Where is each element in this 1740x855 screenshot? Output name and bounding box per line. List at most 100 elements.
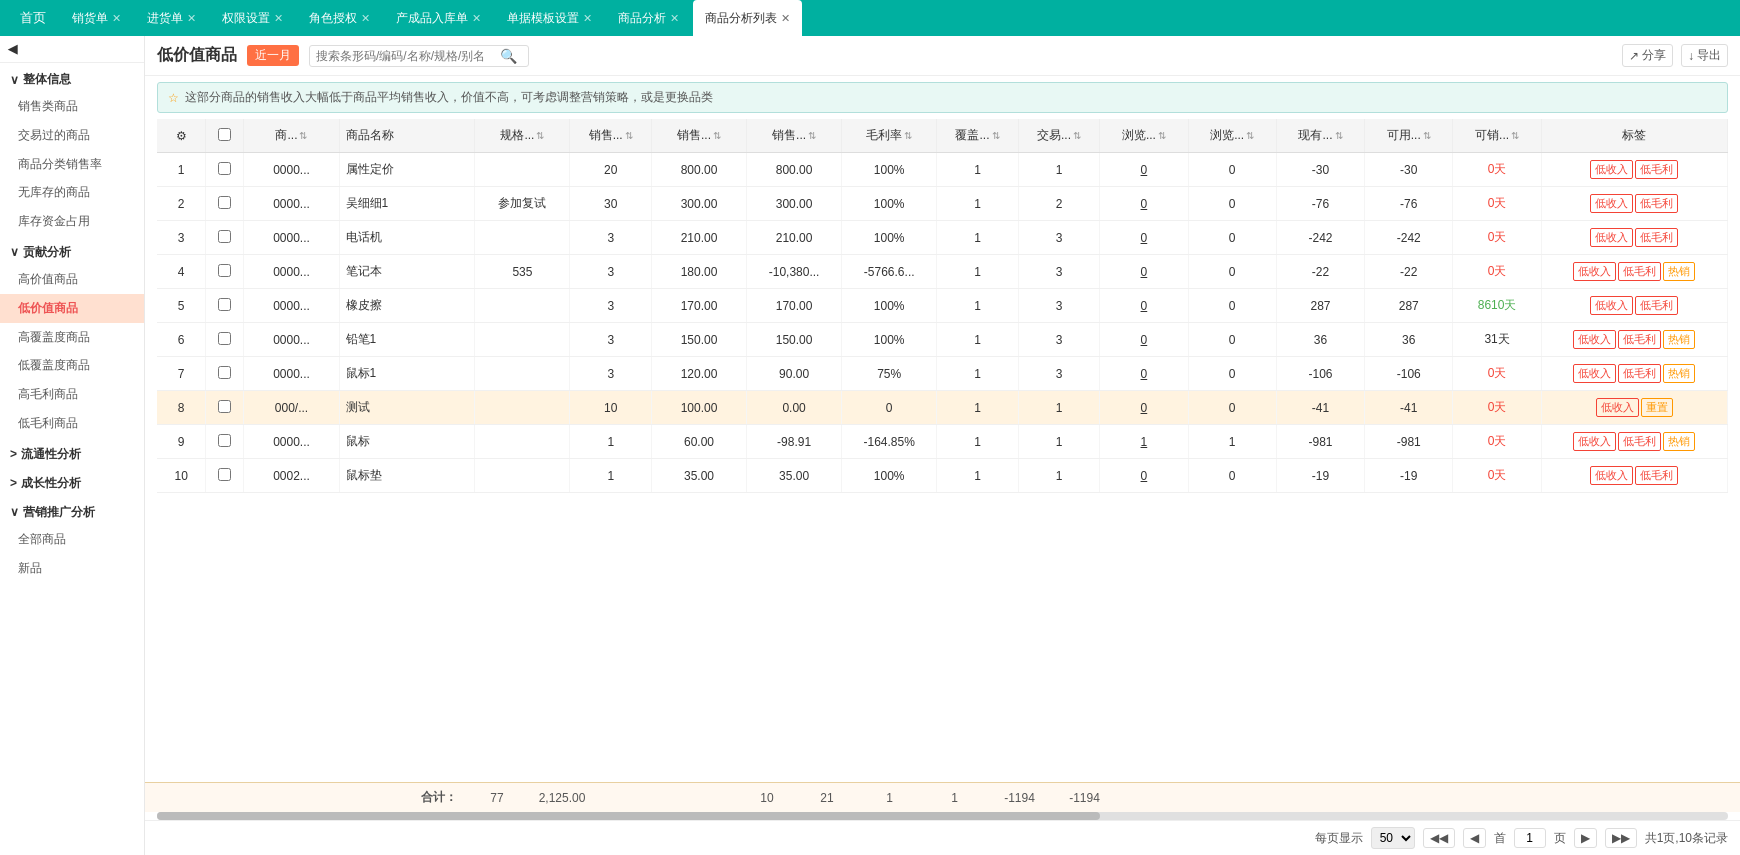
row-checkbox[interactable] <box>206 289 244 323</box>
row-checkbox[interactable] <box>206 323 244 357</box>
nav-close-purchase[interactable]: ✕ <box>187 12 196 25</box>
row-checkbox[interactable] <box>206 391 244 425</box>
sidebar-section-contribution[interactable]: ∨ 贡献分析 <box>0 236 144 265</box>
search-input[interactable] <box>316 49 496 63</box>
nav-permission[interactable]: 权限设置✕ <box>210 0 295 36</box>
nav-close-template[interactable]: ✕ <box>583 12 592 25</box>
sidebar-item-high-value[interactable]: 高价值商品 <box>0 265 144 294</box>
scrollbar-thumb[interactable] <box>157 812 1100 820</box>
row-checkbox[interactable] <box>206 187 244 221</box>
select-all-checkbox[interactable] <box>218 128 231 141</box>
nav-home[interactable]: 首页 <box>8 0 58 36</box>
row-select-checkbox[interactable] <box>218 162 231 175</box>
row-browse1[interactable]: 0 <box>1100 459 1188 493</box>
row-browse2: 0 <box>1188 323 1276 357</box>
row-select-checkbox[interactable] <box>218 196 231 209</box>
nav-product-analysis-list[interactable]: 商品分析列表✕ <box>693 0 802 36</box>
page-size-select[interactable]: 50 <box>1371 827 1415 849</box>
filter-recent-month-button[interactable]: 近一月 <box>247 45 299 66</box>
nav-close-analysis-list[interactable]: ✕ <box>781 12 790 25</box>
first-page-button[interactable]: ◀◀ <box>1423 828 1455 848</box>
browse1-link[interactable]: 0 <box>1141 265 1148 279</box>
sidebar-item-traded-products[interactable]: 交易过的商品 <box>0 121 144 150</box>
row-browse1[interactable]: 1 <box>1100 425 1188 459</box>
sidebar-section-circulation[interactable]: > 流通性分析 <box>0 438 144 467</box>
th-settings[interactable]: ⚙ <box>157 119 206 153</box>
row-select-checkbox[interactable] <box>218 468 231 481</box>
row-browse1[interactable]: 0 <box>1100 221 1188 255</box>
row-select-checkbox[interactable] <box>218 230 231 243</box>
row-browse1[interactable]: 0 <box>1100 323 1188 357</box>
row-select-checkbox[interactable] <box>218 264 231 277</box>
sidebar-item-low-profit[interactable]: 低毛利商品 <box>0 409 144 438</box>
table-container[interactable]: ⚙ 商...⇅ 商品名称 规格...⇅ 销售...⇅ 销售...⇅ 销售...⇅… <box>157 119 1728 782</box>
row-browse1[interactable]: 0 <box>1100 187 1188 221</box>
sidebar-item-stock-capital[interactable]: 库存资金占用 <box>0 207 144 236</box>
row-select-checkbox[interactable] <box>218 434 231 447</box>
nav-close-sales[interactable]: ✕ <box>112 12 121 25</box>
row-select-checkbox[interactable] <box>218 400 231 413</box>
row-browse1[interactable]: 0 <box>1100 289 1188 323</box>
sidebar-section-growth[interactable]: > 成长性分析 <box>0 467 144 496</box>
nav-close-role[interactable]: ✕ <box>361 12 370 25</box>
browse1-link[interactable]: 0 <box>1141 299 1148 313</box>
nav-close-product-stock[interactable]: ✕ <box>472 12 481 25</box>
row-checkbox[interactable] <box>206 255 244 289</box>
sidebar-item-low-coverage[interactable]: 低覆盖度商品 <box>0 351 144 380</box>
nav-close-analysis[interactable]: ✕ <box>670 12 679 25</box>
browse1-link[interactable]: 0 <box>1141 469 1148 483</box>
horizontal-scrollbar[interactable] <box>157 812 1728 820</box>
last-page-button[interactable]: ▶▶ <box>1605 828 1637 848</box>
browse1-link[interactable]: 0 <box>1141 231 1148 245</box>
browse1-link[interactable]: 0 <box>1141 163 1148 177</box>
row-checkbox[interactable] <box>206 153 244 187</box>
sidebar-item-all-products[interactable]: 全部商品 <box>0 525 144 554</box>
browse1-link[interactable]: 0 <box>1141 367 1148 381</box>
nav-close-permission[interactable]: ✕ <box>274 12 283 25</box>
row-select-checkbox[interactable] <box>218 298 231 311</box>
sidebar-item-category-rate[interactable]: 商品分类销售率 <box>0 150 144 179</box>
row-checkbox[interactable] <box>206 221 244 255</box>
row-select-checkbox[interactable] <box>218 332 231 345</box>
sidebar-item-sales-products[interactable]: 销售类商品 <box>0 92 144 121</box>
page-number-input[interactable] <box>1514 828 1546 848</box>
nav-product-analysis[interactable]: 商品分析✕ <box>606 0 691 36</box>
nav-template[interactable]: 单据模板设置✕ <box>495 0 604 36</box>
next-page-button[interactable]: ▶ <box>1574 828 1597 848</box>
sidebar-item-new-products[interactable]: 新品 <box>0 554 144 583</box>
nav-purchase-order[interactable]: 进货单✕ <box>135 0 208 36</box>
sidebar-section-overall[interactable]: ∨ 整体信息 <box>0 63 144 92</box>
row-select-checkbox[interactable] <box>218 366 231 379</box>
row-browse1[interactable]: 0 <box>1100 153 1188 187</box>
gear-icon[interactable]: ⚙ <box>176 129 187 143</box>
th-checkbox[interactable] <box>206 119 244 153</box>
sidebar-item-low-value[interactable]: 低价值商品 <box>0 294 144 323</box>
search-icon[interactable]: 🔍 <box>500 48 517 64</box>
row-checkbox[interactable] <box>206 425 244 459</box>
sidebar-section-marketing[interactable]: ∨ 营销推广分析 <box>0 496 144 525</box>
export-button[interactable]: ↓ 导出 <box>1681 44 1728 67</box>
sidebar-toggle[interactable]: ◀ <box>8 42 17 56</box>
row-code: 0000... <box>244 323 339 357</box>
row-num: 3 <box>157 221 206 255</box>
row-checkbox[interactable] <box>206 357 244 391</box>
sidebar-item-no-stock[interactable]: 无库存的商品 <box>0 178 144 207</box>
browse1-link[interactable]: 0 <box>1141 197 1148 211</box>
nav-sales-order[interactable]: 销货单✕ <box>60 0 133 36</box>
row-browse1[interactable]: 0 <box>1100 391 1188 425</box>
row-checkbox[interactable] <box>206 459 244 493</box>
row-browse1[interactable]: 0 <box>1100 357 1188 391</box>
sidebar-item-high-coverage[interactable]: 高覆盖度商品 <box>0 323 144 352</box>
page-unit: 页 <box>1554 830 1566 847</box>
nav-product-stock[interactable]: 产成品入库单✕ <box>384 0 493 36</box>
browse1-link[interactable]: 0 <box>1141 401 1148 415</box>
sidebar-item-high-profit[interactable]: 高毛利商品 <box>0 380 144 409</box>
row-browse1[interactable]: 0 <box>1100 255 1188 289</box>
browse1-link[interactable]: 0 <box>1141 333 1148 347</box>
nav-role-auth[interactable]: 角色授权✕ <box>297 0 382 36</box>
prev-page-button[interactable]: ◀ <box>1463 828 1486 848</box>
share-button[interactable]: ↗ 分享 <box>1622 44 1673 67</box>
browse1-link[interactable]: 1 <box>1141 435 1148 449</box>
tag-badge: 热销 <box>1663 432 1695 451</box>
row-qty: 3 <box>570 221 652 255</box>
